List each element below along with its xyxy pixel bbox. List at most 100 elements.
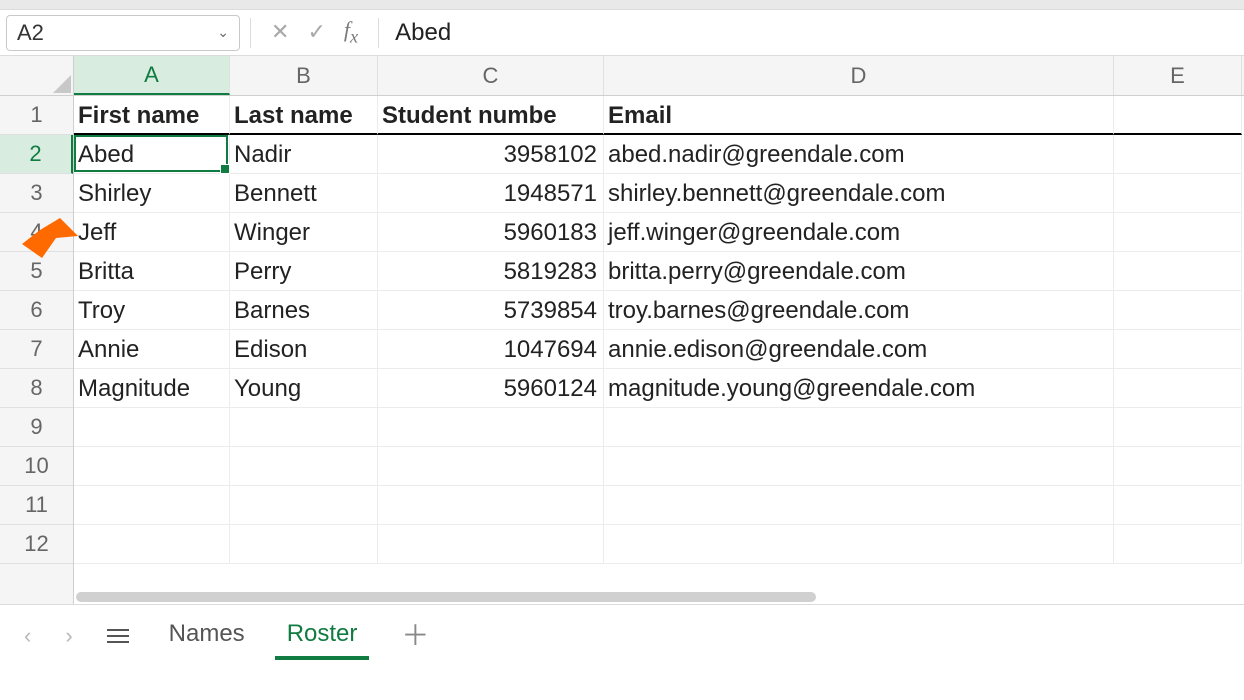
cell[interactable]: Britta bbox=[74, 252, 230, 291]
cell[interactable] bbox=[1114, 135, 1242, 174]
fx-icon[interactable]: fx bbox=[344, 17, 358, 47]
cell[interactable]: First name bbox=[74, 96, 230, 135]
cell[interactable] bbox=[604, 525, 1114, 564]
scrollbar-thumb[interactable] bbox=[76, 592, 816, 602]
cell[interactable]: britta.perry@greendale.com bbox=[604, 252, 1114, 291]
cell[interactable]: troy.barnes@greendale.com bbox=[604, 291, 1114, 330]
add-sheet-button[interactable]: ＋ bbox=[391, 618, 439, 654]
name-box[interactable]: A2 ⌄ bbox=[6, 15, 240, 51]
column-header-A[interactable]: A bbox=[74, 56, 230, 95]
column-header-E[interactable]: E bbox=[1114, 56, 1242, 95]
cell[interactable] bbox=[1114, 525, 1242, 564]
cell[interactable]: Winger bbox=[230, 213, 378, 252]
cell[interactable] bbox=[604, 486, 1114, 525]
cell[interactable] bbox=[74, 447, 230, 486]
tab-nav-prev[interactable]: ‹ bbox=[18, 617, 37, 655]
cell[interactable] bbox=[1114, 252, 1242, 291]
cell[interactable] bbox=[1114, 447, 1242, 486]
cell[interactable] bbox=[230, 447, 378, 486]
cell[interactable]: 1047694 bbox=[378, 330, 604, 369]
cell[interactable] bbox=[378, 486, 604, 525]
chevron-down-icon: ⌄ bbox=[217, 24, 229, 41]
cell[interactable]: 5739854 bbox=[378, 291, 604, 330]
all-sheets-icon[interactable] bbox=[101, 623, 135, 649]
cell[interactable] bbox=[1114, 408, 1242, 447]
cell[interactable] bbox=[604, 447, 1114, 486]
row-header-11[interactable]: 11 bbox=[0, 486, 73, 525]
cell[interactable]: jeff.winger@greendale.com bbox=[604, 213, 1114, 252]
divider bbox=[378, 18, 379, 48]
row-header-6[interactable]: 6 bbox=[0, 291, 73, 330]
cell[interactable] bbox=[74, 525, 230, 564]
tab-nav-next[interactable]: › bbox=[59, 617, 78, 655]
cell[interactable]: Magnitude bbox=[74, 369, 230, 408]
cell[interactable]: Email bbox=[604, 96, 1114, 135]
sheet-tab-names[interactable]: Names bbox=[157, 612, 257, 660]
row-header-9[interactable]: 9 bbox=[0, 408, 73, 447]
row-headers: 123456789101112 bbox=[0, 96, 74, 604]
cell[interactable]: 5819283 bbox=[378, 252, 604, 291]
sheet-tab-roster[interactable]: Roster bbox=[275, 612, 370, 660]
column-header-D[interactable]: D bbox=[604, 56, 1114, 95]
select-all-corner[interactable] bbox=[0, 56, 74, 96]
cancel-icon[interactable]: ✕ bbox=[271, 21, 289, 43]
row-header-5[interactable]: 5 bbox=[0, 252, 73, 291]
cell[interactable] bbox=[378, 525, 604, 564]
cell[interactable] bbox=[1114, 486, 1242, 525]
row-header-3[interactable]: 3 bbox=[0, 174, 73, 213]
cell[interactable] bbox=[230, 486, 378, 525]
cell[interactable]: Young bbox=[230, 369, 378, 408]
cell[interactable]: Student numbe bbox=[378, 96, 604, 135]
column-header-C[interactable]: C bbox=[378, 56, 604, 95]
cell[interactable] bbox=[230, 408, 378, 447]
cell[interactable]: Troy bbox=[74, 291, 230, 330]
cell[interactable] bbox=[1114, 96, 1242, 135]
cell[interactable] bbox=[378, 447, 604, 486]
cell[interactable] bbox=[1114, 369, 1242, 408]
cell[interactable]: magnitude.young@greendale.com bbox=[604, 369, 1114, 408]
table-row: ShirleyBennett1948571shirley.bennett@gre… bbox=[74, 174, 1244, 213]
cell[interactable]: Edison bbox=[230, 330, 378, 369]
cell[interactable]: Shirley bbox=[74, 174, 230, 213]
cell[interactable] bbox=[74, 486, 230, 525]
table-row: AbedNadir3958102abed.nadir@greendale.com bbox=[74, 135, 1244, 174]
cell[interactable]: Last name bbox=[230, 96, 378, 135]
cells-area[interactable]: First nameLast nameStudent numbeEmailAbe… bbox=[74, 96, 1244, 604]
row-header-1[interactable]: 1 bbox=[0, 96, 73, 135]
cell[interactable] bbox=[1114, 330, 1242, 369]
accept-icon[interactable]: ✓ bbox=[307, 21, 325, 43]
cell[interactable]: Bennett bbox=[230, 174, 378, 213]
cell[interactable]: Abed bbox=[74, 135, 230, 174]
horizontal-scrollbar[interactable] bbox=[76, 590, 1244, 604]
row-header-8[interactable]: 8 bbox=[0, 369, 73, 408]
spreadsheet-grid[interactable]: ABCDE 123456789101112 First nameLast nam… bbox=[0, 56, 1244, 604]
formula-input[interactable]: Abed bbox=[389, 15, 1238, 51]
cell[interactable]: annie.edison@greendale.com bbox=[604, 330, 1114, 369]
cell[interactable]: 1948571 bbox=[378, 174, 604, 213]
cell[interactable]: 3958102 bbox=[378, 135, 604, 174]
cell[interactable] bbox=[1114, 213, 1242, 252]
table-row bbox=[74, 486, 1244, 525]
cell[interactable]: Jeff bbox=[74, 213, 230, 252]
cell[interactable]: Nadir bbox=[230, 135, 378, 174]
cell[interactable] bbox=[378, 408, 604, 447]
table-row: JeffWinger5960183jeff.winger@greendale.c… bbox=[74, 213, 1244, 252]
cell[interactable]: shirley.bennett@greendale.com bbox=[604, 174, 1114, 213]
row-header-12[interactable]: 12 bbox=[0, 525, 73, 564]
row-header-4[interactable]: 4 bbox=[0, 213, 73, 252]
row-header-7[interactable]: 7 bbox=[0, 330, 73, 369]
column-header-B[interactable]: B bbox=[230, 56, 378, 95]
row-header-10[interactable]: 10 bbox=[0, 447, 73, 486]
cell[interactable] bbox=[1114, 291, 1242, 330]
cell[interactable] bbox=[74, 408, 230, 447]
cell[interactable]: Annie bbox=[74, 330, 230, 369]
cell[interactable] bbox=[604, 408, 1114, 447]
cell[interactable] bbox=[1114, 174, 1242, 213]
cell[interactable]: 5960124 bbox=[378, 369, 604, 408]
cell[interactable]: abed.nadir@greendale.com bbox=[604, 135, 1114, 174]
row-header-2[interactable]: 2 bbox=[0, 135, 73, 174]
cell[interactable]: Perry bbox=[230, 252, 378, 291]
cell[interactable]: 5960183 bbox=[378, 213, 604, 252]
cell[interactable]: Barnes bbox=[230, 291, 378, 330]
cell[interactable] bbox=[230, 525, 378, 564]
